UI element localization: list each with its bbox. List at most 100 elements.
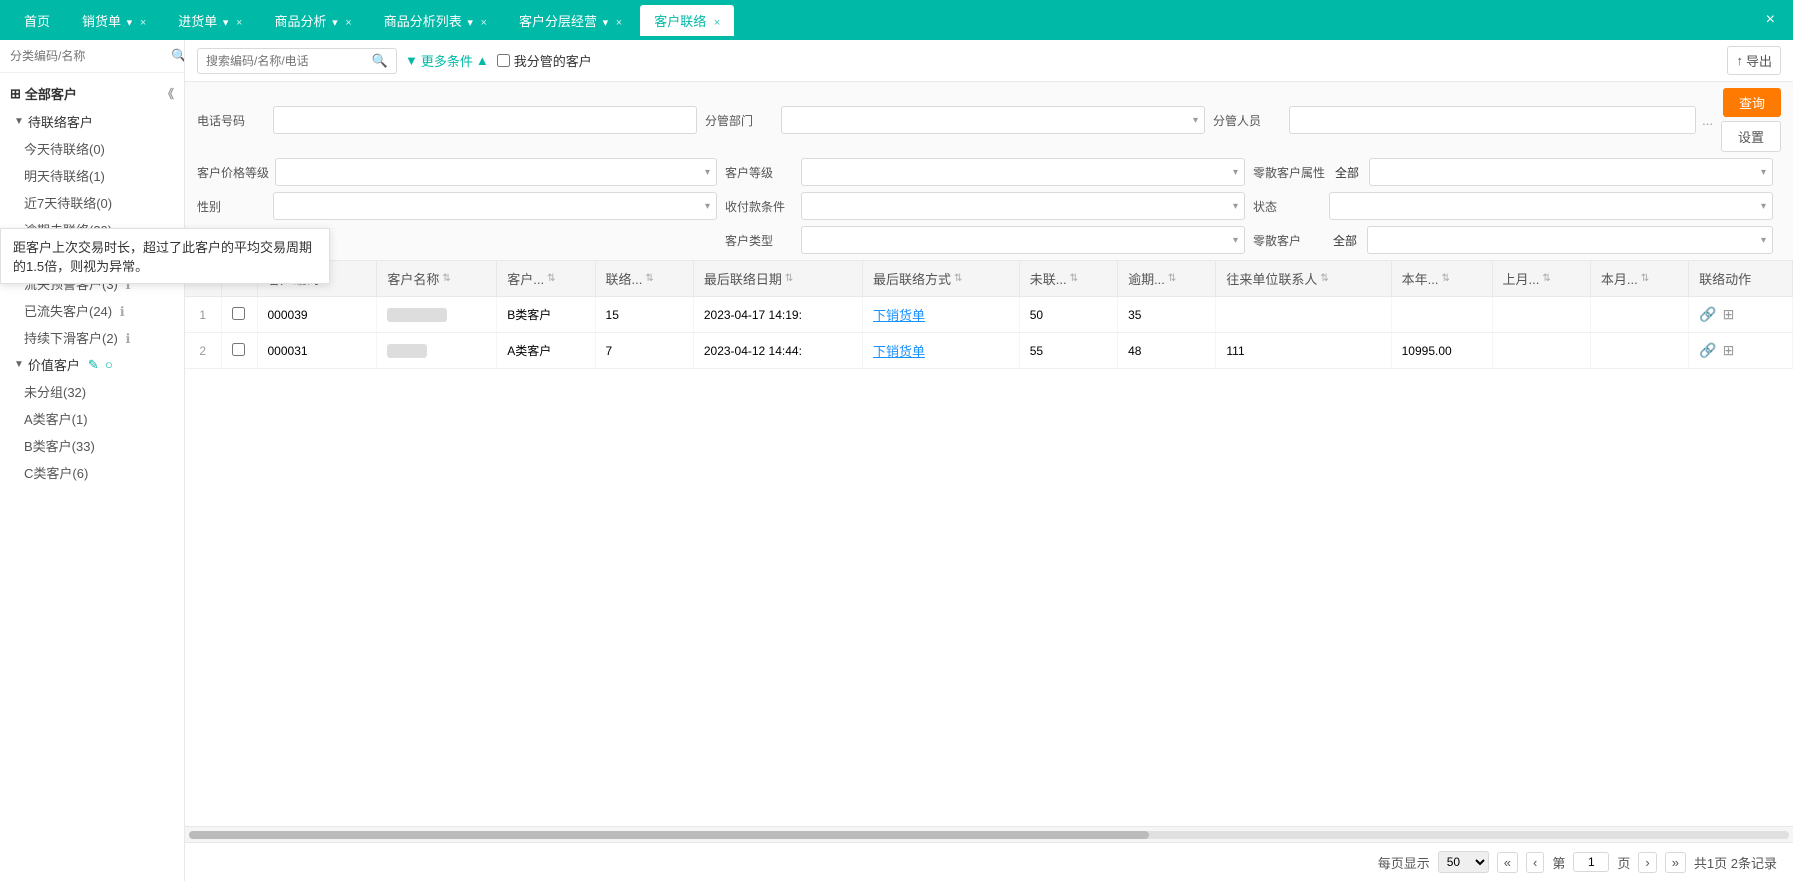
tab-close-icon[interactable]: ×	[481, 17, 487, 29]
tab-customer-contact[interactable]: 客户联络 ×	[640, 5, 734, 36]
sidebar-search-input[interactable]	[10, 49, 165, 63]
sort-icon[interactable]: ⇅	[1441, 273, 1449, 284]
query-button[interactable]: 查询	[1723, 88, 1781, 117]
sidebar-item-a-class[interactable]: A类客户(1)	[0, 405, 184, 432]
tab-purchase-order[interactable]: 进货单 ▾ ×	[164, 5, 256, 36]
grid-action-icon[interactable]: ⊞	[1723, 306, 1735, 323]
phone-select[interactable]	[273, 106, 697, 134]
last-contact-method[interactable]: 下销货单	[862, 333, 1019, 369]
tab-close-icon[interactable]: ×	[236, 17, 242, 29]
customer-type-select[interactable]: ▾	[801, 226, 1245, 254]
horizontal-scrollbar[interactable]	[189, 831, 1789, 839]
sidebar-group-value[interactable]: ▼ 价值客户 ✎ ○	[0, 351, 184, 378]
sidebar-item-b-class[interactable]: B类客户(33)	[0, 432, 184, 459]
th-type: 客户... ⇅	[497, 261, 595, 297]
sidebar-group-pending[interactable]: ▼ 待联络客户	[0, 108, 184, 135]
table-row: 1 000039 B类客户 15 2023-04-17 14:19: 下销货单 …	[185, 297, 1793, 333]
last-contact-method[interactable]: 下销货单	[862, 297, 1019, 333]
filter-search-box: 🔍	[197, 48, 397, 74]
sort-icon[interactable]: ⇅	[1320, 273, 1328, 284]
page-number-input[interactable]	[1573, 852, 1609, 872]
tab-sales-order[interactable]: 销货单 ▾ ×	[68, 5, 160, 36]
sort-icon[interactable]: ⇅	[442, 273, 450, 284]
edit-icon[interactable]: ✎	[88, 357, 99, 373]
first-page-button[interactable]: «	[1497, 852, 1518, 873]
customer-type: A类客户	[497, 333, 595, 369]
set-button[interactable]: 设置	[1721, 121, 1781, 152]
branch-dept-select[interactable]: ▾	[781, 106, 1205, 134]
sidebar-item-ungrouped[interactable]: 未分组(32)	[0, 378, 184, 405]
sidebar-item-tomorrow-pending[interactable]: 明天待联络(1)	[0, 162, 184, 189]
tab-home[interactable]: 首页	[10, 5, 64, 36]
row-num: 2	[185, 333, 221, 369]
sort-icon[interactable]: ⇅	[1168, 273, 1176, 284]
th-contact-count: 联络... ⇅	[595, 261, 693, 297]
tab-close-icon[interactable]: ×	[140, 17, 146, 29]
tab-close-icon[interactable]: ×	[345, 17, 351, 29]
search-icon[interactable]: 🔍	[171, 48, 185, 64]
tab-product-analysis-list[interactable]: 商品分析列表 ▾ ×	[370, 5, 501, 36]
sort-icon[interactable]: ⇅	[954, 273, 962, 284]
branch-person-select[interactable]	[1289, 106, 1696, 134]
gender-select[interactable]: ▾	[273, 192, 717, 220]
sidebar-item-today-pending[interactable]: 今天待联络(0)	[0, 135, 184, 162]
chevron-down-icon: ▾	[1761, 167, 1766, 178]
filter-price-level-row: 客户价格等级 ▾	[197, 158, 717, 186]
collapse-icon[interactable]: 《	[162, 85, 174, 102]
sidebar-item-7days-pending[interactable]: 近7天待联络(0)	[0, 189, 184, 216]
search-icon[interactable]: 🔍	[372, 53, 388, 69]
more-conditions-btn[interactable]: ▼ 更多条件 ▲	[405, 51, 489, 70]
price-level-select[interactable]: ▾	[275, 158, 717, 186]
link-icon[interactable]: 🔗	[1699, 306, 1716, 323]
my-customers-check[interactable]	[497, 54, 510, 67]
retail-attr-select[interactable]: ▾	[1369, 158, 1773, 186]
tab-close-icon[interactable]: ×	[714, 17, 720, 29]
per-page-select[interactable]: 50 100 200	[1438, 851, 1489, 873]
sort-icon[interactable]: ⇅	[645, 273, 653, 284]
sort-icon[interactable]: ⇅	[547, 273, 555, 284]
tab-product-analysis[interactable]: 商品分析 ▾ ×	[260, 5, 365, 36]
sort-icon[interactable]: ⇅	[1542, 273, 1550, 284]
sidebar-item-declining[interactable]: 持续下滑客户(2) ℹ	[0, 324, 184, 351]
link-icon[interactable]: 🔗	[1699, 342, 1716, 359]
customer-level-select[interactable]: ▾	[801, 158, 1245, 186]
payment-select[interactable]: ▾	[801, 192, 1245, 220]
tab-arrow-icon: ▾	[467, 17, 473, 29]
row-select-checkbox[interactable]	[232, 343, 245, 356]
row-select-checkbox[interactable]	[232, 307, 245, 320]
all-customers-header[interactable]: ⊞ 全部客户 《	[0, 79, 184, 108]
export-icon: ↑	[1736, 53, 1743, 68]
th-overdue: 逾期... ⇅	[1118, 261, 1216, 297]
row-checkbox[interactable]	[221, 333, 257, 369]
retail-customer-select[interactable]: ▾	[1367, 226, 1773, 254]
chevron-down-icon: ▾	[705, 201, 710, 212]
sort-icon[interactable]: ⇅	[1070, 273, 1078, 284]
chevron-down-icon: ▾	[705, 167, 710, 178]
sort-icon[interactable]: ⇅	[785, 273, 793, 284]
table-header-row: ⚙ 客户编码 ⇅ 客户名称	[185, 261, 1793, 297]
more-options-icon[interactable]: ...	[1702, 113, 1713, 128]
grid-action-icon[interactable]: ⊞	[1723, 342, 1735, 359]
next-page-button[interactable]: ›	[1638, 852, 1656, 873]
tab-customer-segment[interactable]: 客户分层经营 ▾ ×	[505, 5, 636, 36]
window-close-button[interactable]: ×	[1758, 11, 1783, 29]
my-customers-checkbox[interactable]: 我分管的客户	[497, 51, 592, 70]
scrollbar-thumb	[189, 831, 1149, 839]
filter-search-input[interactable]	[206, 54, 368, 68]
sidebar-item-c-class[interactable]: C类客户(6)	[0, 459, 184, 486]
sort-icon[interactable]: ⇅	[1641, 273, 1649, 284]
contact-count: 7	[595, 333, 693, 369]
filter-customer-level-row: 客户等级 ▾	[725, 158, 1245, 186]
status-select[interactable]: ▾	[1329, 192, 1773, 220]
last-page-button[interactable]: »	[1665, 852, 1686, 873]
customer-type: B类客户	[497, 297, 595, 333]
filter-phone-row: 电话号码	[197, 106, 697, 134]
tab-close-icon[interactable]: ×	[616, 17, 622, 29]
sidebar-item-churned[interactable]: 已流失客户(24) ℹ	[0, 297, 184, 324]
prev-page-button[interactable]: ‹	[1526, 852, 1544, 873]
chevron-up-icon: ▲	[476, 53, 489, 68]
add-icon[interactable]: ○	[105, 357, 113, 372]
export-button[interactable]: ↑ 导出	[1727, 46, 1781, 75]
row-checkbox[interactable]	[221, 297, 257, 333]
customer-name	[377, 297, 497, 333]
